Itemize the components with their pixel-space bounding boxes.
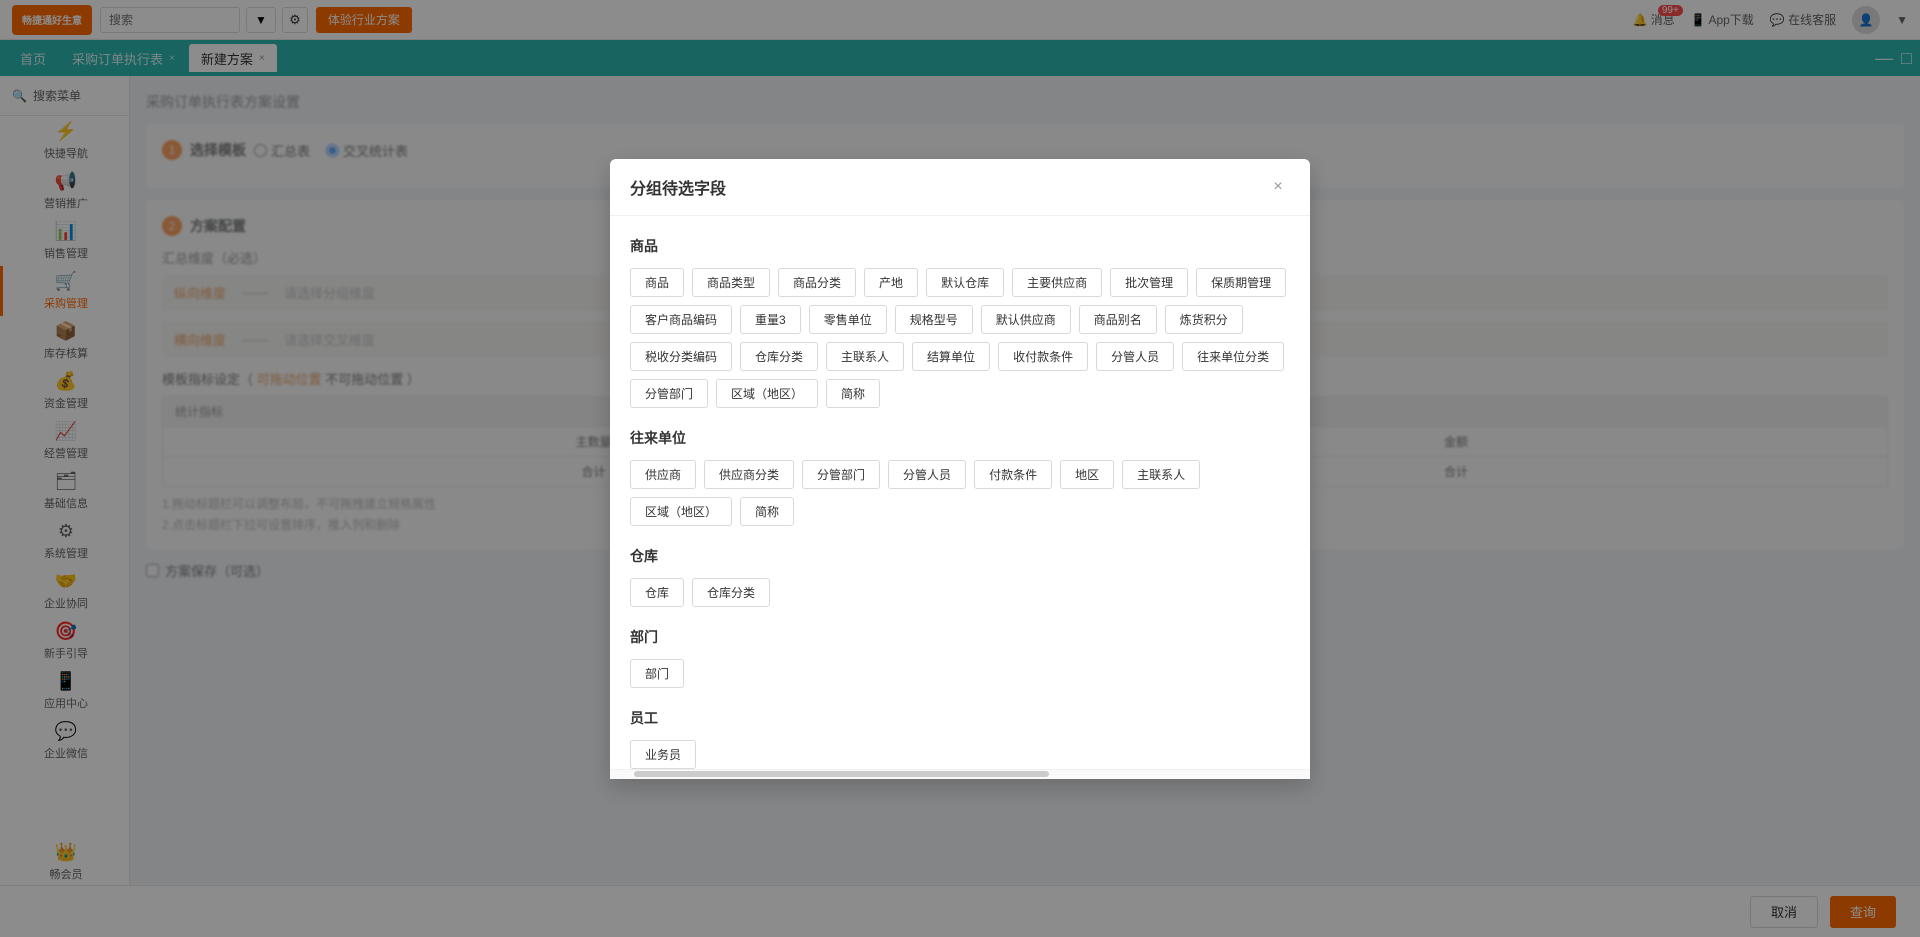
field-tag-0-9[interactable]: 重量3 xyxy=(740,305,801,334)
field-group-0: 商品商品商品类型商品分类产地默认仓库主要供应商批次管理保质期管理客户商品编码重量… xyxy=(630,236,1290,408)
field-tag-0-18[interactable]: 结算单位 xyxy=(912,342,990,371)
field-selection-modal: 分组待选字段 × 商品商品商品类型商品分类产地默认仓库主要供应商批次管理保质期管… xyxy=(610,159,1310,779)
field-tag-2-0[interactable]: 仓库 xyxy=(630,578,684,607)
field-tag-0-0[interactable]: 商品 xyxy=(630,268,684,297)
field-tag-1-7[interactable]: 区域（地区） xyxy=(630,497,732,526)
modal-horizontal-scrollbar[interactable] xyxy=(610,769,1310,778)
field-tag-3-0[interactable]: 部门 xyxy=(630,659,684,688)
field-tag-0-5[interactable]: 主要供应商 xyxy=(1012,268,1102,297)
field-tag-0-23[interactable]: 区域（地区） xyxy=(716,379,818,408)
field-tag-4-0[interactable]: 业务员 xyxy=(630,740,696,769)
field-tag-0-1[interactable]: 商品类型 xyxy=(692,268,770,297)
field-tag-0-12[interactable]: 默认供应商 xyxy=(981,305,1071,334)
field-tag-0-6[interactable]: 批次管理 xyxy=(1110,268,1188,297)
field-group-3: 部门部门 xyxy=(630,627,1290,688)
field-tag-0-19[interactable]: 收付款条件 xyxy=(998,342,1088,371)
field-tag-0-7[interactable]: 保质期管理 xyxy=(1196,268,1286,297)
modal-overlay: 分组待选字段 × 商品商品商品类型商品分类产地默认仓库主要供应商批次管理保质期管… xyxy=(0,0,1920,937)
field-tag-0-22[interactable]: 分管部门 xyxy=(630,379,708,408)
field-group-2: 仓库仓库仓库分类 xyxy=(630,546,1290,607)
field-tags-1: 供应商供应商分类分管部门分管人员付款条件地区主联系人区域（地区） 简称 xyxy=(630,460,1290,526)
field-tag-1-6[interactable]: 主联系人 xyxy=(1122,460,1200,489)
modal-close-button[interactable]: × xyxy=(1266,175,1290,199)
field-group-1: 往来单位供应商供应商分类分管部门分管人员付款条件地区主联系人区域（地区） 简称 xyxy=(630,428,1290,526)
field-tags-4: 业务员 xyxy=(630,740,1290,769)
field-tags-3: 部门 xyxy=(630,659,1290,688)
field-tag-0-15[interactable]: 税收分类编码 xyxy=(630,342,732,371)
modal-body: 商品商品商品类型商品分类产地默认仓库主要供应商批次管理保质期管理客户商品编码重量… xyxy=(610,216,1310,770)
field-tags-2: 仓库仓库分类 xyxy=(630,578,1290,607)
field-tag-1-0[interactable]: 供应商 xyxy=(630,460,696,489)
field-group-title-3: 部门 xyxy=(630,627,1290,647)
field-group-title-0: 商品 xyxy=(630,236,1290,256)
field-tag-1-1[interactable]: 供应商分类 xyxy=(704,460,794,489)
modal-title: 分组待选字段 xyxy=(630,175,726,199)
field-tag-0-8[interactable]: 客户商品编码 xyxy=(630,305,732,334)
field-tag-0-3[interactable]: 产地 xyxy=(864,268,918,297)
field-tag-0-10[interactable]: 零售单位 xyxy=(809,305,887,334)
field-group-title-2: 仓库 xyxy=(630,546,1290,566)
hscroll-thumb[interactable] xyxy=(634,771,1049,777)
field-tag-1-2[interactable]: 分管部门 xyxy=(802,460,880,489)
field-tag-1-3[interactable]: 分管人员 xyxy=(888,460,966,489)
field-tag-0-17[interactable]: 主联系人 xyxy=(826,342,904,371)
field-tag-0-21[interactable]: 往来单位分类 xyxy=(1182,342,1284,371)
field-tags-0: 商品商品类型商品分类产地默认仓库主要供应商批次管理保质期管理客户商品编码重量3 零… xyxy=(630,268,1290,408)
field-tag-0-14[interactable]: 炼货积分 xyxy=(1165,305,1243,334)
field-tag-0-4[interactable]: 默认仓库 xyxy=(926,268,1004,297)
field-tag-0-11[interactable]: 规格型号 xyxy=(895,305,973,334)
field-tag-1-5[interactable]: 地区 xyxy=(1060,460,1114,489)
field-tag-0-16[interactable]: 仓库分类 xyxy=(740,342,818,371)
field-tag-1-8[interactable]: 简称 xyxy=(740,497,794,526)
field-tag-0-13[interactable]: 商品别名 xyxy=(1079,305,1157,334)
field-tag-2-1[interactable]: 仓库分类 xyxy=(692,578,770,607)
field-tag-0-20[interactable]: 分管人员 xyxy=(1096,342,1174,371)
field-group-title-4: 员工 xyxy=(630,708,1290,728)
field-group-4: 员工业务员 xyxy=(630,708,1290,769)
field-tag-0-24[interactable]: 简称 xyxy=(826,379,880,408)
modal-header: 分组待选字段 × xyxy=(610,159,1310,216)
field-tag-1-4[interactable]: 付款条件 xyxy=(974,460,1052,489)
field-tag-0-2[interactable]: 商品分类 xyxy=(778,268,856,297)
field-group-title-1: 往来单位 xyxy=(630,428,1290,448)
